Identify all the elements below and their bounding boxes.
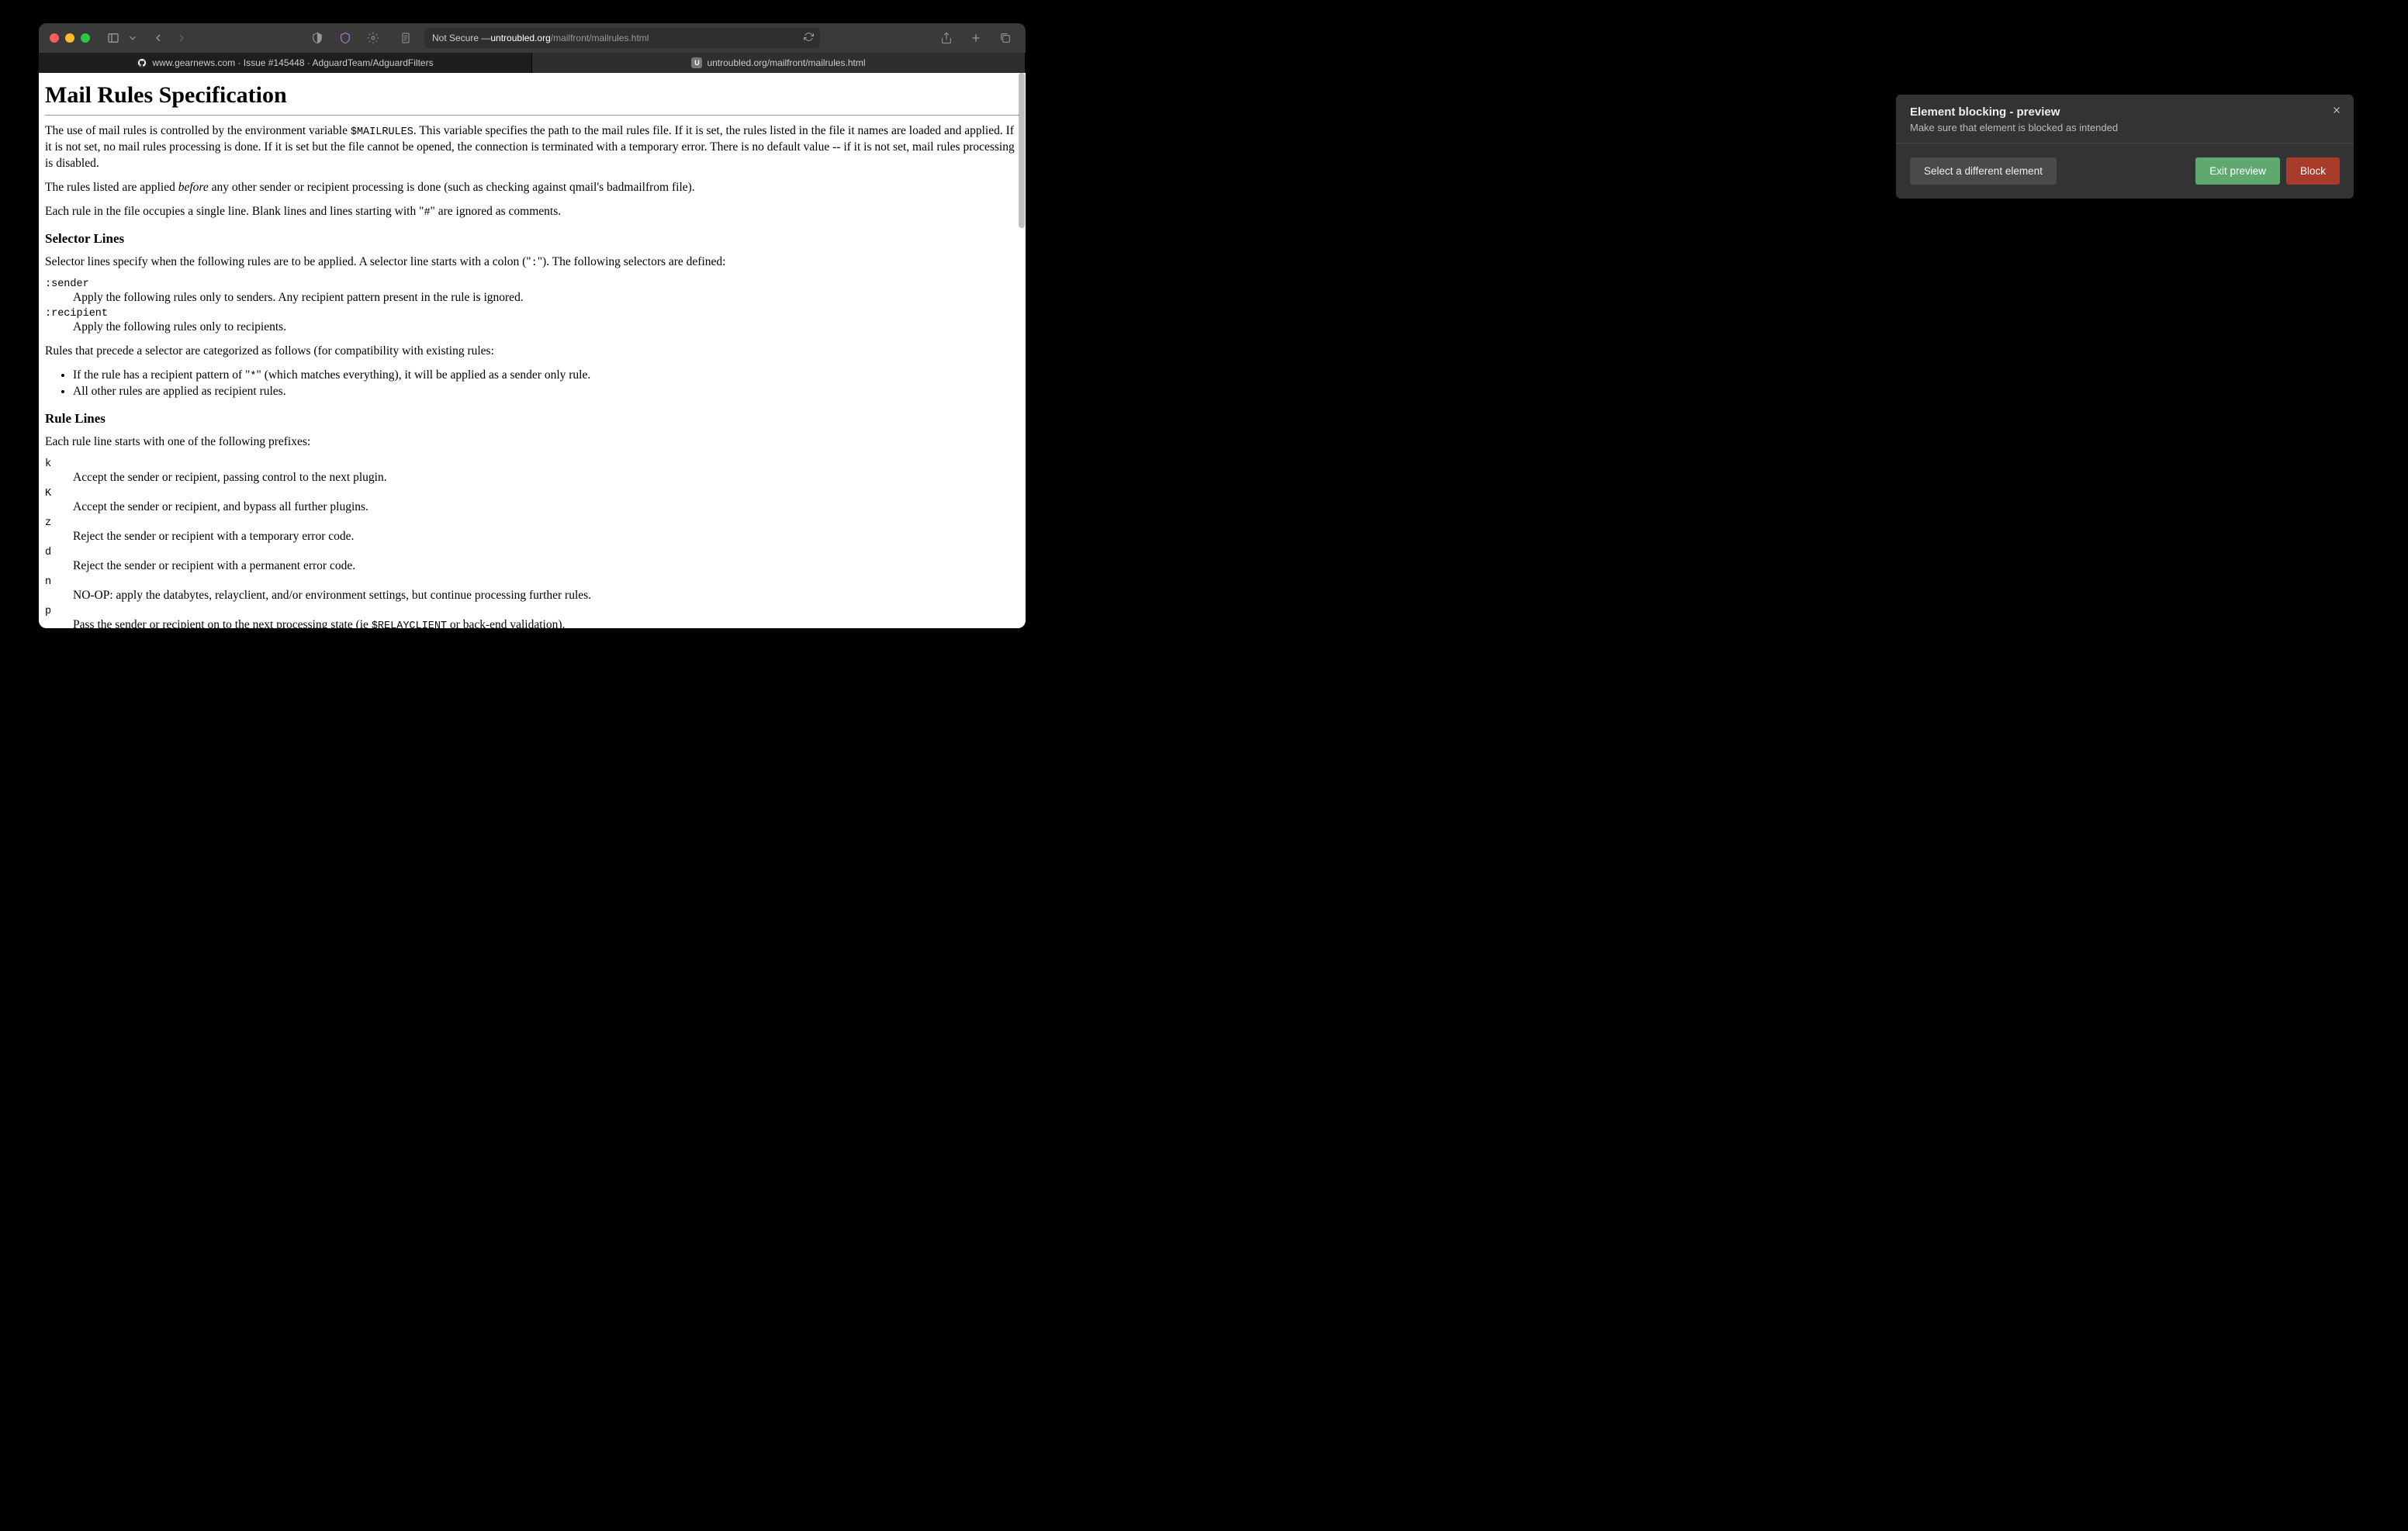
recipient-desc: Apply the following rules only to recipi… bbox=[73, 320, 1019, 336]
privacy-shield-icon[interactable] bbox=[308, 29, 327, 47]
selector-compat-list: If the rule has a recipient pattern of "… bbox=[73, 368, 1019, 400]
env-var-code: $MAILRULES bbox=[351, 126, 413, 138]
modal-body: Select a different element Exit preview … bbox=[1896, 143, 2354, 199]
divider bbox=[45, 115, 1019, 116]
modal-subtitle: Make sure that element is blocked as int… bbox=[1910, 122, 2340, 133]
maximize-window-button[interactable] bbox=[81, 33, 90, 43]
prefix-desc: Reject the sender or recipient with a te… bbox=[73, 529, 1019, 545]
chevron-down-icon[interactable] bbox=[127, 29, 138, 47]
tab-github-issue[interactable]: www.gearnews.com · Issue #145448 · Adgua… bbox=[39, 53, 532, 73]
before-paragraph: The rules listed are applied before any … bbox=[45, 180, 1019, 196]
new-tab-icon[interactable] bbox=[967, 29, 985, 47]
close-icon[interactable] bbox=[2329, 102, 2344, 118]
tab-untroubled[interactable]: U untroubled.org/mailfront/mailrules.htm… bbox=[532, 53, 1026, 73]
recipient-term: :recipient bbox=[45, 308, 1019, 320]
prefix-term: k bbox=[45, 458, 1019, 470]
reader-view-icon[interactable] bbox=[396, 29, 415, 47]
window-controls bbox=[50, 33, 90, 43]
back-button[interactable] bbox=[149, 29, 168, 47]
prefix-list: k Accept the sender or recipient, passin… bbox=[45, 458, 1019, 628]
settings-gear-icon[interactable] bbox=[364, 29, 382, 47]
block-button[interactable]: Block bbox=[2286, 157, 2340, 185]
modal-header: Element blocking - preview Make sure tha… bbox=[1896, 95, 2354, 143]
selector-after: Rules that precede a selector are catego… bbox=[45, 344, 1019, 360]
list-item: If the rule has a recipient pattern of "… bbox=[73, 368, 1019, 384]
forward-button[interactable] bbox=[172, 29, 191, 47]
url-path: /mailfront/mailrules.html bbox=[551, 33, 649, 43]
modal-title: Element blocking - preview bbox=[1910, 105, 2340, 119]
prefix-desc: Accept the sender or recipient, passing … bbox=[73, 470, 1019, 486]
reload-icon[interactable] bbox=[804, 32, 814, 44]
prefix-term: d bbox=[45, 547, 1019, 558]
address-bar[interactable]: Not Secure — untroubled.org /mailfront/m… bbox=[424, 28, 820, 48]
sidebar-toggle-icon[interactable] bbox=[104, 29, 123, 47]
prefix-desc: Reject the sender or recipient with a pe… bbox=[73, 558, 1019, 575]
exit-preview-button[interactable]: Exit preview bbox=[2195, 157, 2280, 185]
close-window-button[interactable] bbox=[50, 33, 59, 43]
rule-intro: Each rule line starts with one of the fo… bbox=[45, 434, 1019, 451]
rule-heading: Rule Lines bbox=[45, 411, 1019, 427]
prefix-term: n bbox=[45, 576, 1019, 588]
sender-term: :sender bbox=[45, 278, 1019, 290]
browser-window: Not Secure — untroubled.org /mailfront/m… bbox=[39, 23, 1026, 628]
tab-label: untroubled.org/mailfront/mailrules.html bbox=[707, 57, 865, 68]
minimize-window-button[interactable] bbox=[65, 33, 74, 43]
sender-desc: Apply the following rules only to sender… bbox=[73, 290, 1019, 306]
comment-paragraph: Each rule in the file occupies a single … bbox=[45, 204, 1019, 220]
prefix-term: K bbox=[45, 488, 1019, 499]
tabs-bar: www.gearnews.com · Issue #145448 · Adgua… bbox=[39, 53, 1026, 73]
prefix-term: p bbox=[45, 606, 1019, 617]
select-different-element-button[interactable]: Select a different element bbox=[1910, 157, 2057, 185]
titlebar: Not Secure — untroubled.org /mailfront/m… bbox=[39, 23, 1026, 53]
tab-overview-icon[interactable] bbox=[996, 29, 1015, 47]
prefix-desc: Pass the sender or recipient on to the n… bbox=[73, 617, 1019, 628]
prefix-desc: NO-OP: apply the databytes, relayclient,… bbox=[73, 588, 1019, 604]
url-domain: untroubled.org bbox=[490, 33, 550, 43]
selector-heading: Selector Lines bbox=[45, 231, 1019, 247]
site-favicon-icon: U bbox=[691, 57, 702, 68]
list-item: All other rules are applied as recipient… bbox=[73, 384, 1019, 400]
page-title: Mail Rules Specification bbox=[45, 82, 1019, 109]
share-icon[interactable] bbox=[937, 29, 956, 47]
prefix-term: z bbox=[45, 517, 1019, 529]
adguard-shield-icon[interactable] bbox=[336, 29, 355, 47]
selector-list: :sender Apply the following rules only t… bbox=[45, 278, 1019, 336]
github-favicon-icon bbox=[137, 57, 147, 68]
scrollbar-thumb[interactable] bbox=[1019, 73, 1025, 228]
prefix-desc: Accept the sender or recipient, and bypa… bbox=[73, 499, 1019, 516]
selector-intro: Selector lines specify when the followin… bbox=[45, 254, 1019, 271]
element-blocking-preview-modal: Element blocking - preview Make sure tha… bbox=[1896, 95, 2354, 199]
tab-label: www.gearnews.com · Issue #145448 · Adgua… bbox=[152, 57, 433, 68]
intro-paragraph: The use of mail rules is controlled by t… bbox=[45, 123, 1019, 172]
page-content[interactable]: Mail Rules Specification The use of mail… bbox=[39, 73, 1026, 628]
security-status: Not Secure — bbox=[432, 33, 490, 43]
